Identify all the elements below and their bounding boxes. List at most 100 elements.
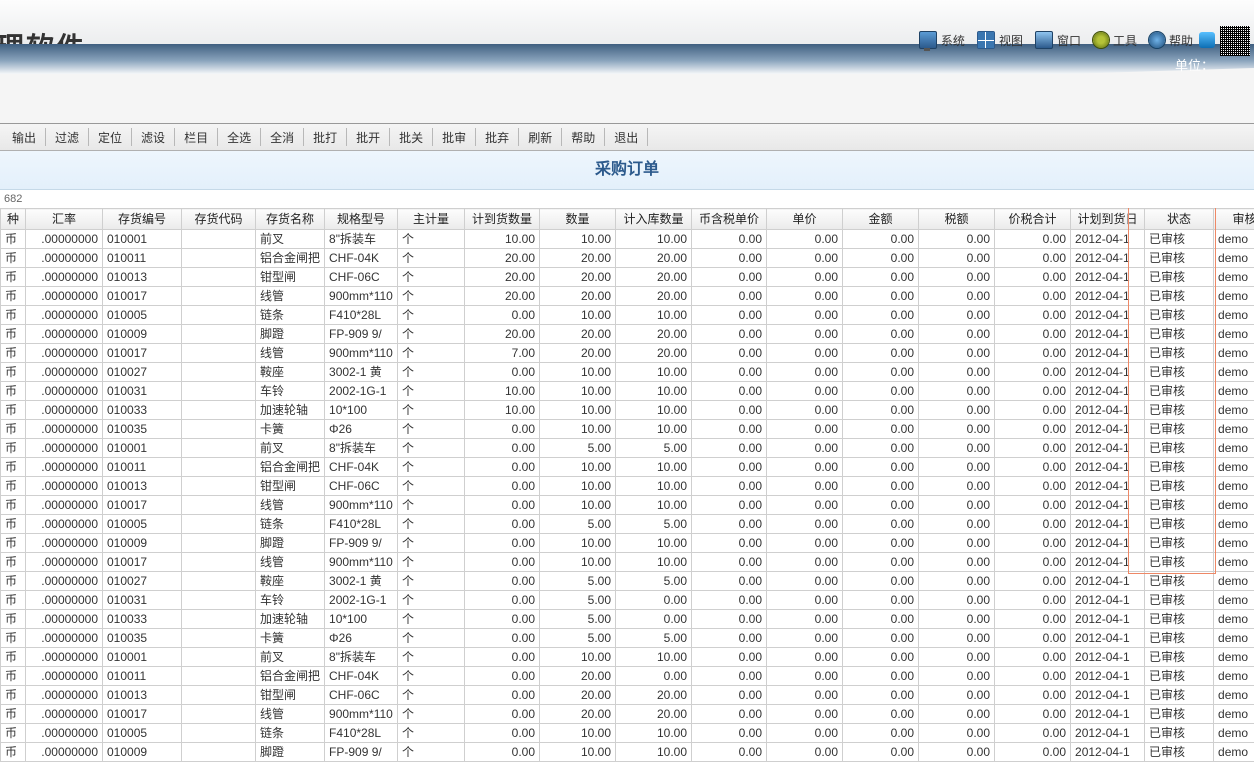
cell[interactable]: 0.00 <box>995 591 1071 610</box>
cell[interactable]: 010031 <box>103 382 182 401</box>
cell[interactable]: 0.00 <box>843 496 919 515</box>
col-header-6[interactable]: 主计量 <box>398 209 465 230</box>
cell[interactable]: 卡簧 <box>256 420 325 439</box>
cell[interactable]: 0.00 <box>692 648 767 667</box>
cell[interactable]: 已审核 <box>1145 420 1214 439</box>
cell[interactable]: 20.00 <box>616 686 692 705</box>
cell[interactable]: 币 <box>1 382 26 401</box>
cell[interactable]: .00000000 <box>26 420 103 439</box>
cell[interactable]: 个 <box>398 249 465 268</box>
cell[interactable]: 20.00 <box>616 287 692 306</box>
cell[interactable]: 个 <box>398 458 465 477</box>
cell[interactable]: 0.00 <box>692 249 767 268</box>
cell[interactable]: 0.00 <box>465 572 540 591</box>
cell[interactable]: 20.00 <box>540 705 616 724</box>
toolbar-btn-过滤[interactable]: 过滤 <box>49 126 85 149</box>
cell[interactable]: 0.00 <box>767 591 843 610</box>
cell[interactable]: 20.00 <box>465 268 540 287</box>
cell[interactable]: 5.00 <box>616 515 692 534</box>
cell[interactable]: 10.00 <box>616 230 692 249</box>
cell[interactable] <box>182 306 256 325</box>
cell[interactable]: 币 <box>1 572 26 591</box>
cell[interactable]: demo <box>1214 534 1254 553</box>
cell[interactable]: 10.00 <box>616 553 692 572</box>
cell[interactable]: 已审核 <box>1145 249 1214 268</box>
cell[interactable]: 20.00 <box>540 667 616 686</box>
col-header-16[interactable]: 状态 <box>1145 209 1214 230</box>
cell[interactable]: 2012-04-1 <box>1071 401 1145 420</box>
cell[interactable]: 0.00 <box>919 572 995 591</box>
cell[interactable]: 20.00 <box>616 268 692 287</box>
cell[interactable]: 0.00 <box>919 401 995 420</box>
cell[interactable]: 10.00 <box>540 230 616 249</box>
cell[interactable] <box>182 363 256 382</box>
cell[interactable]: .00000000 <box>26 230 103 249</box>
col-header-5[interactable]: 规格型号 <box>325 209 398 230</box>
cell[interactable]: 0.00 <box>767 553 843 572</box>
toolbar-btn-刷新[interactable]: 刷新 <box>522 126 558 149</box>
cell[interactable]: 0.00 <box>767 306 843 325</box>
toolbar-btn-输出[interactable]: 输出 <box>6 126 42 149</box>
cell[interactable]: .00000000 <box>26 515 103 534</box>
cell[interactable] <box>182 325 256 344</box>
cell[interactable]: 车铃 <box>256 382 325 401</box>
cell[interactable]: 2012-04-1 <box>1071 572 1145 591</box>
cell[interactable]: 2012-04-1 <box>1071 629 1145 648</box>
cell[interactable]: 2012-04-1 <box>1071 648 1145 667</box>
cell[interactable]: 已审核 <box>1145 705 1214 724</box>
cell[interactable]: 010001 <box>103 230 182 249</box>
cell[interactable]: 20.00 <box>465 249 540 268</box>
cell[interactable]: demo <box>1214 230 1254 249</box>
cell[interactable]: 0.00 <box>465 477 540 496</box>
cell[interactable]: 已审核 <box>1145 553 1214 572</box>
cell[interactable]: 010005 <box>103 515 182 534</box>
cell[interactable]: 0.00 <box>692 420 767 439</box>
col-header-7[interactable]: 计到货数量 <box>465 209 540 230</box>
cell[interactable]: demo <box>1214 648 1254 667</box>
cell[interactable]: 0.00 <box>919 591 995 610</box>
cell[interactable] <box>182 515 256 534</box>
cell[interactable]: 币 <box>1 496 26 515</box>
cell[interactable]: 5.00 <box>540 629 616 648</box>
cell[interactable]: 已审核 <box>1145 363 1214 382</box>
cell[interactable]: F410*28L <box>325 306 398 325</box>
cell[interactable]: 5.00 <box>540 572 616 591</box>
cell[interactable]: .00000000 <box>26 667 103 686</box>
cell[interactable]: 0.00 <box>465 686 540 705</box>
cell[interactable] <box>182 629 256 648</box>
cell[interactable]: demo <box>1214 515 1254 534</box>
cell[interactable]: 10.00 <box>616 743 692 762</box>
cell[interactable]: demo <box>1214 420 1254 439</box>
cell[interactable]: 铝合金闸把 <box>256 458 325 477</box>
cell[interactable]: 0.00 <box>465 553 540 572</box>
cell[interactable]: demo <box>1214 572 1254 591</box>
cell[interactable]: 010031 <box>103 591 182 610</box>
cell[interactable]: 0.00 <box>919 382 995 401</box>
cell[interactable]: FP-909 9/ <box>325 534 398 553</box>
cell[interactable]: 已审核 <box>1145 496 1214 515</box>
cell[interactable]: 0.00 <box>995 629 1071 648</box>
cell[interactable]: demo <box>1214 629 1254 648</box>
cell[interactable]: 0.00 <box>767 344 843 363</box>
table-row[interactable]: 币.00000000010013钳型闸CHF-06C个20.0020.0020.… <box>1 268 1254 287</box>
cell[interactable]: 900mm*110 <box>325 496 398 515</box>
cell[interactable]: 已审核 <box>1145 743 1214 762</box>
cell[interactable]: CHF-06C <box>325 686 398 705</box>
cell[interactable]: 铝合金闸把 <box>256 667 325 686</box>
cell[interactable]: demo <box>1214 382 1254 401</box>
cell[interactable]: 0.00 <box>995 667 1071 686</box>
cell[interactable]: .00000000 <box>26 477 103 496</box>
cell[interactable]: Φ26 <box>325 629 398 648</box>
top-menu-0[interactable]: 系统 <box>916 30 968 50</box>
cell[interactable]: 10.00 <box>540 458 616 477</box>
cell[interactable]: 8"拆装车 <box>325 230 398 249</box>
cell[interactable]: 0.00 <box>692 382 767 401</box>
cell[interactable]: 010013 <box>103 477 182 496</box>
cell[interactable]: 10.00 <box>616 534 692 553</box>
cell[interactable]: 0.00 <box>843 287 919 306</box>
cell[interactable]: Φ26 <box>325 420 398 439</box>
table-row[interactable]: 币.00000000010017线管900mm*110个0.0010.0010.… <box>1 553 1254 572</box>
cell[interactable]: 010013 <box>103 686 182 705</box>
cell[interactable]: 2012-04-1 <box>1071 230 1145 249</box>
cell[interactable] <box>182 648 256 667</box>
